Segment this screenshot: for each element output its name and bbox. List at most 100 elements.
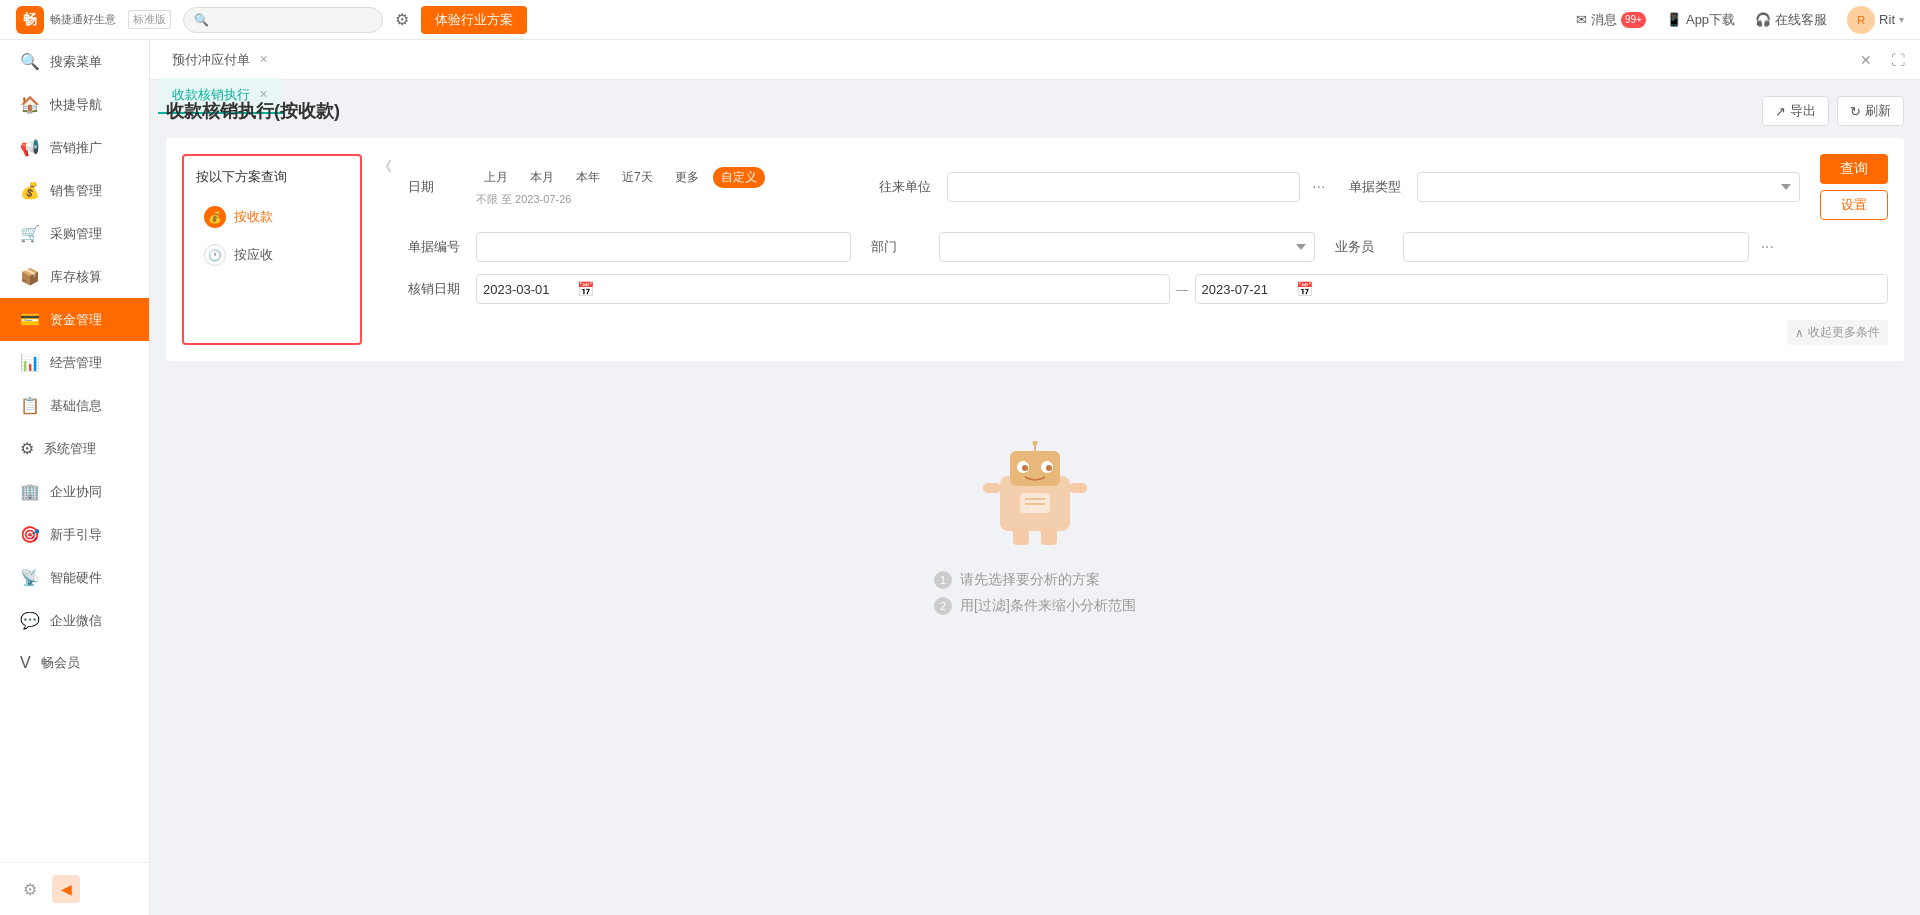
inventory-label: 库存核算	[50, 268, 102, 286]
offset-date-start[interactable]	[483, 282, 573, 297]
sales-label: 销售管理	[50, 182, 102, 200]
offset-date-end-wrap: 📅	[1195, 274, 1889, 304]
search-icon: 🔍	[194, 13, 209, 27]
logo-text: 畅捷通好生意	[50, 13, 116, 26]
form-row-3: 核销日期 📅 — 📅	[408, 274, 1888, 304]
user-menu[interactable]: R Rit ▾	[1847, 6, 1904, 34]
chip-this-year[interactable]: 本年	[568, 167, 608, 188]
tab-bar: 首页预付冲应付单✕收款核销执行✕ ✕ ⛶	[150, 40, 1920, 80]
tab-bar-actions: ✕ ⛶	[1852, 46, 1912, 74]
fullscreen-btn[interactable]: ⛶	[1884, 46, 1912, 74]
sales-icon: 💰	[20, 181, 40, 200]
tab-prepay[interactable]: 预付冲应付单 ✕	[158, 42, 284, 78]
sidebar-item-inventory[interactable]: 📦 库存核算	[0, 255, 149, 298]
chip-more[interactable]: 更多	[667, 167, 707, 188]
page-actions: ↗ 导出 ↻ 刷新	[1762, 96, 1904, 126]
smart-hw-icon: 📡	[20, 568, 40, 587]
calendar-end-icon[interactable]: 📅	[1296, 281, 1313, 297]
date-label: 日期	[408, 178, 468, 196]
salesperson-input[interactable]	[1403, 232, 1749, 262]
svg-point-7	[1033, 441, 1038, 446]
sidebar-item-marketing[interactable]: 📢 营销推广	[0, 126, 149, 169]
filter-collapse-btn[interactable]: 《	[378, 154, 392, 345]
chip-last-7days[interactable]: 近7天	[614, 167, 661, 188]
receivable-icon: 🕐	[204, 244, 226, 266]
tab-close-prepay[interactable]: ✕	[256, 53, 270, 67]
marketing-label: 营销推广	[50, 139, 102, 157]
sidebar-item-sales[interactable]: 💰 销售管理	[0, 169, 149, 212]
message-icon: ✉	[1576, 12, 1587, 27]
doc-number-input[interactable]	[476, 232, 851, 262]
filter-section: 按以下方案查询 💰 按收款 🕐 按应收 《	[166, 138, 1904, 361]
svg-point-4	[1022, 465, 1028, 471]
sidebar-item-guide[interactable]: 🎯 新手引导	[0, 513, 149, 556]
sidebar-item-wechat[interactable]: 💬 企业微信	[0, 599, 149, 642]
sidebar-item-purchase[interactable]: 🛒 采购管理	[0, 212, 149, 255]
offset-date-end[interactable]	[1202, 282, 1292, 297]
export-btn[interactable]: ↗ 导出	[1762, 96, 1829, 126]
filter-by-receipt[interactable]: 💰 按收款	[196, 198, 348, 236]
empty-hint-1: 1 请先选择要分析的方案	[934, 571, 1136, 589]
sidebar-item-smart-hw[interactable]: 📡 智能硬件	[0, 556, 149, 599]
collapse-more: ∧ 收起更多条件	[408, 320, 1888, 345]
form-row-1: 日期 上月 本月 本年 近7天 更多 自定义 不限 至	[408, 154, 1888, 220]
sidebar-item-system[interactable]: ⚙ 系统管理	[0, 427, 149, 470]
empty-state: 1 请先选择要分析的方案 2 用[过滤]条件来缩小分析范围	[166, 361, 1904, 695]
sidebar-item-quick-nav[interactable]: 🏠 快捷导航	[0, 83, 149, 126]
member-label: 畅会员	[41, 654, 80, 672]
sidebar-settings-btn[interactable]: ⚙	[16, 875, 44, 903]
chip-custom[interactable]: 自定义	[713, 167, 765, 188]
counterparty-label: 往来单位	[879, 178, 939, 196]
chip-prev-month[interactable]: 上月	[476, 167, 516, 188]
chip-this-month[interactable]: 本月	[522, 167, 562, 188]
sidebar-item-search-menu[interactable]: 🔍 搜索菜单	[0, 40, 149, 83]
doc-type-label: 单据类型	[1349, 178, 1409, 196]
close-tab-btn[interactable]: ✕	[1852, 46, 1880, 74]
sidebar-collapse-btn[interactable]: ◀	[52, 875, 80, 903]
enterprise-label: 企业协同	[50, 483, 102, 501]
tab-label-prepay: 预付冲应付单	[172, 51, 250, 69]
guide-label: 新手引导	[50, 526, 102, 544]
doc-number-field: 单据编号	[408, 232, 851, 262]
query-btn[interactable]: 查询	[1820, 154, 1888, 184]
svg-rect-11	[1041, 527, 1057, 545]
refresh-icon: ↻	[1850, 104, 1861, 119]
page-content: 收款核销执行(按收款) ↗ 导出 ↻ 刷新 按以下方案查询	[150, 80, 1920, 915]
department-select[interactable]	[939, 232, 1314, 262]
counterparty-ellipsis[interactable]: ···	[1308, 178, 1329, 196]
date-field: 日期 上月 本月 本年 近7天 更多 自定义 不限 至	[408, 167, 859, 207]
date-chips: 上月 本月 本年 近7天 更多 自定义	[476, 167, 765, 188]
wechat-icon: 💬	[20, 611, 40, 630]
export-label: 导出	[1790, 102, 1816, 120]
settings-icon[interactable]: ⚙	[395, 10, 409, 29]
collapse-more-btn[interactable]: ∧ 收起更多条件	[1787, 320, 1888, 345]
svg-rect-12	[1020, 493, 1050, 513]
avatar: R	[1847, 6, 1875, 34]
guide-icon: 🎯	[20, 525, 40, 544]
hint-text-1: 请先选择要分析的方案	[960, 571, 1100, 589]
offset-date-field: 核销日期 📅 — 📅	[408, 274, 1888, 304]
industry-solution-btn[interactable]: 体验行业方案	[421, 6, 527, 34]
sidebar-item-enterprise[interactable]: 🏢 企业协同	[0, 470, 149, 513]
refresh-btn[interactable]: ↻ 刷新	[1837, 96, 1904, 126]
sidebar-item-finance[interactable]: 💳 资金管理	[0, 298, 149, 341]
by-receipt-label: 按收款	[234, 208, 273, 226]
message-badge: 99+	[1621, 12, 1646, 28]
message-btn[interactable]: ✉ 消息 99+	[1576, 11, 1646, 29]
sidebar-item-operations[interactable]: 📊 经营管理	[0, 341, 149, 384]
settings-btn[interactable]: 设置	[1820, 190, 1888, 220]
calendar-start-icon[interactable]: 📅	[577, 281, 594, 297]
app-download-btn[interactable]: 📱 App下载	[1666, 11, 1735, 29]
salesperson-ellipsis[interactable]: ···	[1757, 238, 1778, 256]
empty-robot-icon	[975, 441, 1095, 551]
filter-by-receivable[interactable]: 🕐 按应收	[196, 236, 348, 274]
search-menu-icon: 🔍	[20, 52, 40, 71]
offset-date-start-wrap: 📅	[476, 274, 1170, 304]
doc-type-select[interactable]	[1417, 172, 1800, 202]
receipt-icon: 💰	[204, 206, 226, 228]
search-bar[interactable]: 🔍	[183, 7, 383, 33]
sidebar-item-member[interactable]: V 畅会员	[0, 642, 149, 684]
sidebar-item-basic-info[interactable]: 📋 基础信息	[0, 384, 149, 427]
online-service-btn[interactable]: 🎧 在线客服	[1755, 11, 1827, 29]
counterparty-input[interactable]	[947, 172, 1300, 202]
